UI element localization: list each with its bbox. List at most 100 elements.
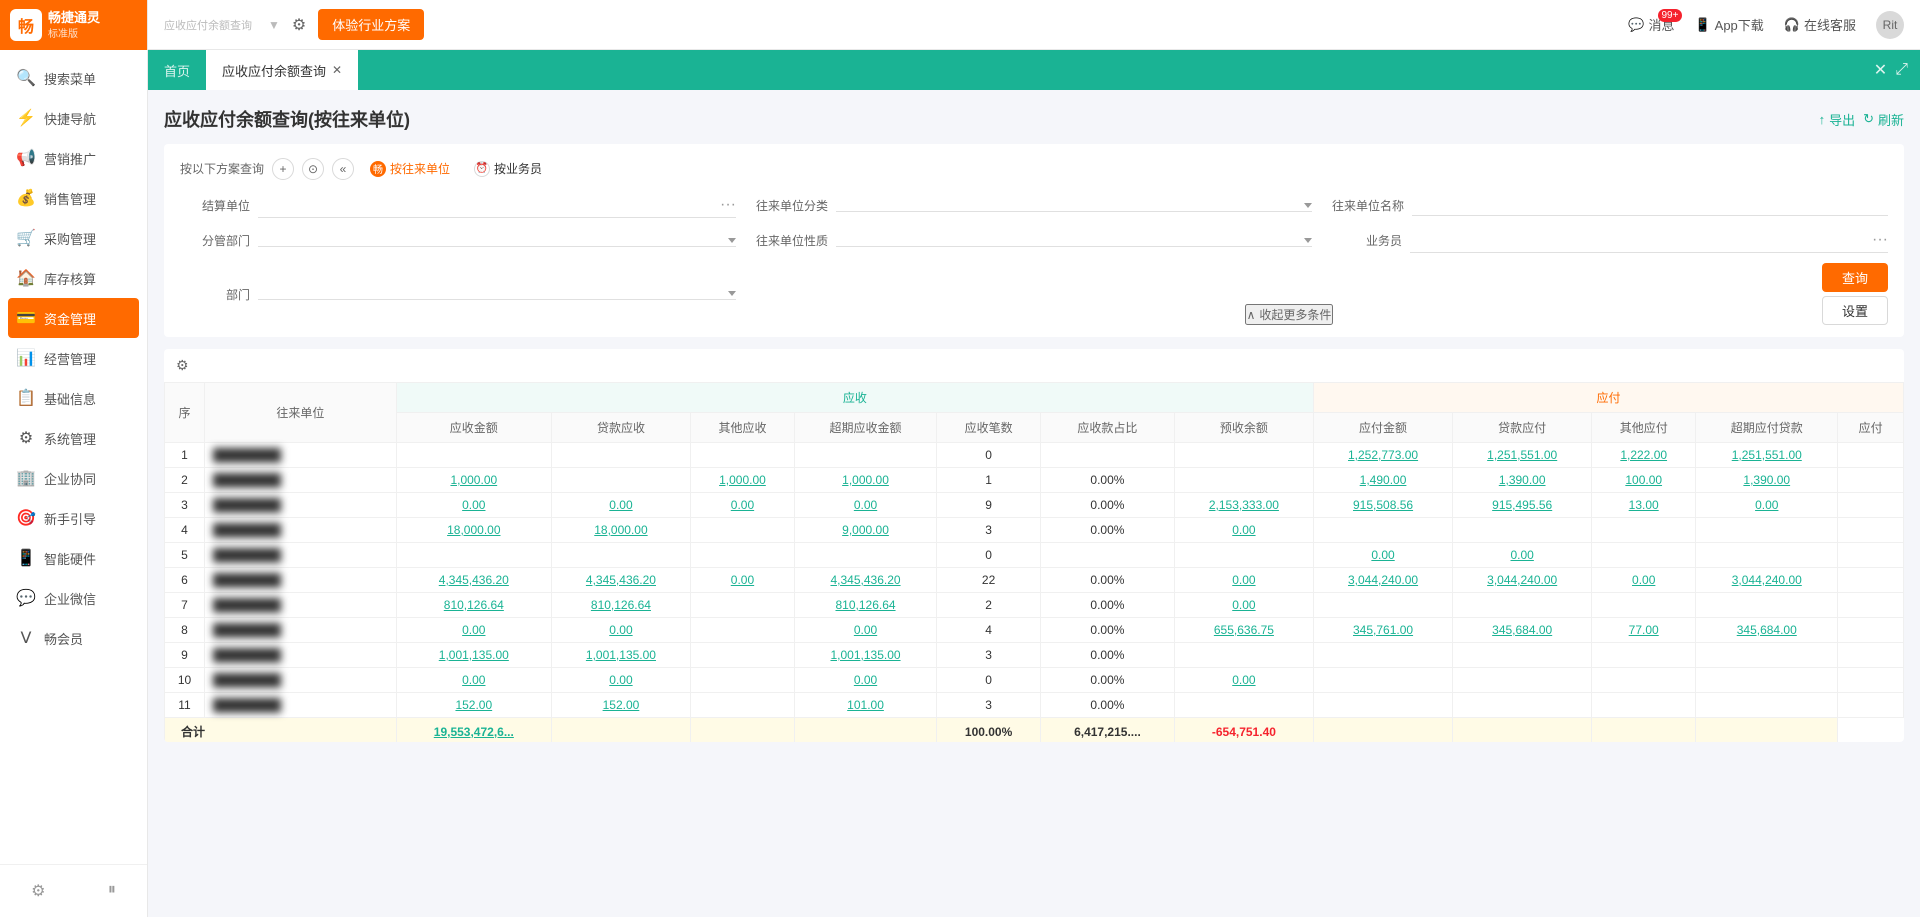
refresh-button[interactable]: ↻ 刷新: [1863, 110, 1904, 129]
data-table: 序 往来单位 应收 应付 应收金额 贷款应收 其他应收 超期应收金额 应收笔数 …: [164, 382, 1904, 742]
sidebar-item-basic[interactable]: 📋 基础信息: [0, 378, 147, 418]
sidebar-settings-btn[interactable]: ⚙: [23, 877, 53, 905]
tab-home-label: 首页: [164, 61, 190, 80]
scheme-salesman-option[interactable]: ⏰ 按业务员: [466, 156, 550, 181]
tab-query-label: 应收应付余额查询: [222, 61, 326, 80]
footer-col9: [1313, 718, 1452, 743]
sidebar-item-finance[interactable]: 💳 资金管理: [8, 298, 139, 338]
table-section: ⚙ 序 往来单位 应收 应付 应收金额 贷款应收 其他应收: [164, 349, 1904, 742]
export-button[interactable]: ↑ 导出: [1819, 110, 1856, 129]
nature-input[interactable]: [836, 235, 1312, 247]
salesman-dots-icon[interactable]: ···: [1872, 231, 1888, 249]
tab-close-btn[interactable]: ✕: [1874, 60, 1887, 80]
settlement-input[interactable]: ···: [258, 193, 736, 218]
page-title: 应收应付余额查询(按往来单位): [164, 106, 410, 132]
settlement-dots-icon[interactable]: ···: [720, 196, 736, 214]
sidebar-nav: 🔍 搜索菜单 ⚡ 快捷导航 📢 营销推广 💰 销售管理 🛒 采购管理 🏠 库存核…: [0, 50, 147, 864]
sidebar-label-marketing: 营销推广: [44, 149, 96, 168]
sidebar-label-enterprise: 企业协同: [44, 469, 96, 488]
service-icon: 🎧: [1784, 17, 1800, 33]
dept-manager-input[interactable]: [258, 235, 736, 247]
footer-col12: [1696, 718, 1838, 743]
partner-cell: ████████: [205, 643, 397, 668]
promo-button[interactable]: 体验行业方案: [318, 9, 424, 40]
footer-col11: [1592, 718, 1696, 743]
partner-name-field[interactable]: [1412, 198, 1888, 212]
category-input[interactable]: [836, 200, 1312, 212]
header-gear-icon[interactable]: ⚙: [292, 15, 306, 35]
sidebar-item-inventory[interactable]: 🏠 库存核算: [0, 258, 147, 298]
th-loan-recv: 贷款应收: [551, 413, 690, 443]
filter-row-category: 往来单位分类: [756, 193, 1312, 218]
sidebar-label-quick: 快捷导航: [44, 109, 96, 128]
th-other-pay: 其他应付: [1592, 413, 1696, 443]
th-other-recv: 其他应收: [691, 413, 795, 443]
online-service-btn[interactable]: 🎧 在线客服: [1784, 15, 1856, 34]
member-icon: Ⅴ: [16, 628, 36, 648]
scheme-unit-icon: 畅: [370, 161, 386, 177]
sidebar-collapse-btn[interactable]: ⏸: [100, 877, 124, 905]
sidebar-item-search[interactable]: 🔍 搜索菜单: [0, 58, 147, 98]
tab-home[interactable]: 首页: [148, 50, 206, 90]
th-payable-group: 应付: [1313, 383, 1903, 413]
sidebar: 畅 畅捷通灵 标准版 🔍 搜索菜单 ⚡ 快捷导航 📢 营销推广 💰 销售管理 🛒…: [0, 0, 148, 917]
hardware-icon: 📱: [16, 548, 36, 568]
scheme-dot-btn[interactable]: ⊙: [302, 158, 324, 180]
partner-cell: ████████: [205, 543, 397, 568]
collapse-button[interactable]: ∧ 收起更多条件: [1245, 304, 1334, 325]
sidebar-item-quick[interactable]: ⚡ 快捷导航: [0, 98, 147, 138]
sidebar-label-search: 搜索菜单: [44, 69, 96, 88]
footer-recv-total: 19,553,472,6...: [396, 718, 551, 743]
partner-cell: ████████: [205, 668, 397, 693]
scheme-add-btn[interactable]: +: [272, 158, 294, 180]
purchase-icon: 🛒: [16, 228, 36, 248]
nature-dropdown-icon: [1304, 238, 1312, 243]
dept-input[interactable]: [258, 288, 736, 300]
tab-query[interactable]: 应收应付余额查询 ✕: [206, 50, 358, 90]
footer-col3: [691, 718, 795, 743]
inventory-icon: 🏠: [16, 268, 36, 288]
collapse-bar: ∧ 收起更多条件: [756, 304, 1822, 325]
partner-cell: ████████: [205, 568, 397, 593]
filter-row-salesman: 业务员 ···: [1332, 228, 1888, 253]
export-label: 导出: [1829, 110, 1855, 129]
sidebar-logo: 畅 畅捷通灵 标准版: [0, 0, 147, 50]
sidebar-item-wechat[interactable]: 💬 企业微信: [0, 578, 147, 618]
sidebar-item-purchase[interactable]: 🛒 采购管理: [0, 218, 147, 258]
sidebar-item-guide[interactable]: 🎯 新手引导: [0, 498, 147, 538]
settings-button[interactable]: 设置: [1822, 296, 1888, 325]
logo-name: 畅捷通灵: [48, 10, 100, 26]
partner-name-input[interactable]: [1412, 195, 1888, 216]
sidebar-label-operation: 经营管理: [44, 349, 96, 368]
salesman-input[interactable]: ···: [1410, 228, 1888, 253]
query-button[interactable]: 查询: [1822, 263, 1888, 292]
sidebar-item-member[interactable]: Ⅴ 畅会员: [0, 618, 147, 658]
filter-row-partner-name: 往来单位名称: [1332, 193, 1888, 218]
sidebar-item-marketing[interactable]: 📢 营销推广: [0, 138, 147, 178]
table-row: 3████████0.000.000.000.0090.00%2,153,333…: [165, 493, 1904, 518]
sidebar-footer: ⚙ ⏸: [0, 864, 147, 917]
table-row: 5████████00.000.00: [165, 543, 1904, 568]
sidebar-label-member: 畅会员: [44, 629, 83, 648]
partner-cell: ████████: [205, 618, 397, 643]
table-settings-icon[interactable]: ⚙: [176, 357, 189, 374]
sidebar-item-system[interactable]: ⚙ 系统管理: [0, 418, 147, 458]
sidebar-item-operation[interactable]: 📊 经营管理: [0, 338, 147, 378]
dept-dropdown-icon: [728, 291, 736, 296]
table-wrap[interactable]: 序 往来单位 应收 应付 应收金额 贷款应收 其他应收 超期应收金额 应收笔数 …: [164, 382, 1904, 742]
table-row: 9████████1,001,135.001,001,135.001,001,1…: [165, 643, 1904, 668]
sidebar-item-hardware[interactable]: 📱 智能硬件: [0, 538, 147, 578]
sidebar-item-enterprise[interactable]: 🏢 企业协同: [0, 458, 147, 498]
sidebar-item-sales[interactable]: 💰 销售管理: [0, 178, 147, 218]
scheme-back-btn[interactable]: «: [332, 158, 354, 180]
partner-cell: ████████: [205, 593, 397, 618]
breadcrumb-expand[interactable]: ▼: [268, 18, 280, 32]
th-loan-pay: 贷款应付: [1453, 413, 1592, 443]
scheme-unit-option[interactable]: 畅 按往来单位: [362, 156, 458, 181]
tab-close-icon[interactable]: ✕: [332, 63, 342, 77]
footer-col2: [551, 718, 690, 743]
user-btn[interactable]: Rit: [1876, 11, 1904, 39]
messages-btn[interactable]: 💬 消息 99+: [1628, 15, 1674, 34]
app-download-btn[interactable]: 📱 App下载: [1694, 15, 1763, 34]
tab-expand-btn[interactable]: ⤢: [1895, 61, 1908, 79]
